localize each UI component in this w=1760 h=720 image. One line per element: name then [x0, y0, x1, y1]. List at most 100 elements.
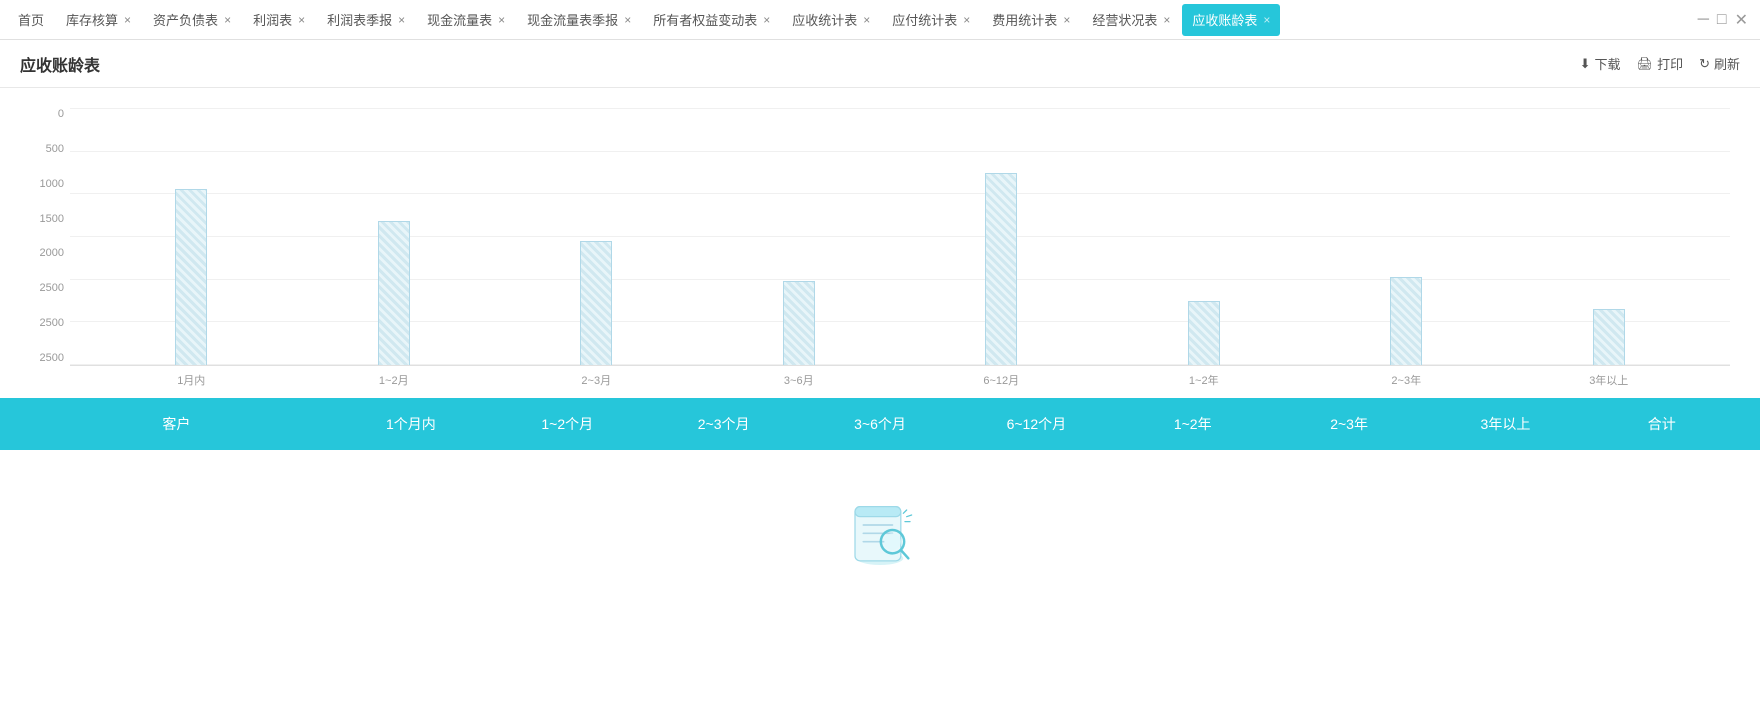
x-axis-label: 1~2月: [364, 372, 424, 388]
close-button[interactable]: ✕: [1735, 10, 1748, 30]
tab-bar: 首页 库存核算 × 资产负债表 × 利润表 × 利润表季报 × 现金流量表 × …: [0, 0, 1760, 40]
print-button[interactable]: 🖨 打印: [1637, 54, 1684, 73]
bar: [1593, 309, 1625, 365]
tab-ar-stats[interactable]: 应收统计表 ×: [782, 4, 880, 36]
bar-group: [985, 173, 1017, 365]
table-column-header: 2~3年: [1271, 398, 1427, 450]
tab-ap-stats[interactable]: 应付统计表 ×: [882, 4, 980, 36]
tab-cashflow-quarterly-label: 现金流量表季报: [527, 10, 618, 29]
empty-state: [0, 450, 1760, 610]
table-column-header: 客户: [20, 398, 333, 450]
table-column-header: 合计: [1584, 398, 1740, 450]
bar-group: [783, 281, 815, 365]
x-axis-label: 3~6月: [769, 372, 829, 388]
refresh-label: 刷新: [1714, 54, 1740, 73]
bar-group: [580, 241, 612, 365]
bar: [985, 173, 1017, 365]
y-axis: 2500 2500 2500 2000 1500 1000 500 0: [30, 108, 70, 388]
bar: [378, 221, 410, 365]
x-axis-label: 2~3月: [566, 372, 626, 388]
print-label: 打印: [1657, 54, 1683, 73]
close-icon[interactable]: ×: [1263, 14, 1270, 26]
minimize-button[interactable]: ─: [1698, 11, 1709, 29]
tab-operation[interactable]: 经营状况表 ×: [1082, 4, 1180, 36]
table-column-header: 3~6个月: [802, 398, 958, 450]
bar: [1390, 277, 1422, 365]
tab-equity-label: 所有者权益变动表: [653, 10, 757, 29]
tab-balance-sheet-label: 资产负债表: [153, 10, 218, 29]
x-axis-label: 1~2年: [1174, 372, 1234, 388]
page-title: 应收账龄表: [20, 52, 100, 76]
bar-group: [175, 189, 207, 365]
main-content: 2500 2500 2500 2000 1500 1000 500 0: [0, 88, 1760, 720]
bar: [580, 241, 612, 365]
chart-area: 2500 2500 2500 2000 1500 1000 500 0: [0, 88, 1760, 398]
tab-expense-stats[interactable]: 费用统计表 ×: [982, 4, 1080, 36]
download-label: 下载: [1595, 54, 1621, 73]
y-label-0: 2500: [30, 352, 70, 364]
tab-balance-sheet[interactable]: 资产负债表 ×: [143, 4, 241, 36]
tab-profit-quarterly[interactable]: 利润表季报 ×: [317, 4, 415, 36]
bar: [1188, 301, 1220, 365]
chart-inner: 1月内1~2月2~3月3~6月6~12月1~2年2~3年3年以上: [70, 108, 1730, 388]
bar-group: [1188, 301, 1220, 365]
table-column-header: 1个月内: [333, 398, 489, 450]
tab-cashflow-label: 现金流量表: [427, 10, 492, 29]
tab-profit-quarterly-label: 利润表季报: [327, 10, 392, 29]
y-label-5: 1000: [30, 178, 70, 190]
tab-ap-stats-label: 应付统计表: [892, 10, 957, 29]
x-axis-labels: 1月内1~2月2~3月3~6月6~12月1~2年2~3年3年以上: [70, 366, 1730, 388]
close-icon[interactable]: ×: [863, 14, 870, 26]
empty-icon: [830, 490, 930, 570]
table-column-header: 3年以上: [1427, 398, 1583, 450]
close-icon[interactable]: ×: [298, 14, 305, 26]
window-actions: ─ □ ✕: [1698, 10, 1752, 30]
tab-ar-stats-label: 应收统计表: [792, 10, 857, 29]
download-icon: ⬇: [1580, 56, 1591, 72]
table-column-header: 6~12个月: [958, 398, 1114, 450]
chart-plot: [70, 108, 1730, 366]
bar-group: [1593, 309, 1625, 365]
close-icon[interactable]: ×: [124, 14, 131, 26]
tab-inventory[interactable]: 库存核算 ×: [56, 4, 141, 36]
bars-row: [70, 108, 1730, 365]
table-header: 客户1个月内1~2个月2~3个月3~6个月6~12个月1~2年2~3年3年以上合…: [0, 398, 1760, 450]
tab-profit[interactable]: 利润表 ×: [243, 4, 315, 36]
tab-inventory-label: 库存核算: [66, 10, 118, 29]
tab-ar-aging-label: 应收账龄表: [1192, 10, 1257, 29]
y-label-7: 0: [30, 108, 70, 120]
tab-ar-aging[interactable]: 应收账龄表 ×: [1182, 4, 1280, 36]
tab-operation-label: 经营状况表: [1092, 10, 1157, 29]
refresh-button[interactable]: ↻ 刷新: [1699, 54, 1740, 73]
bar: [783, 281, 815, 365]
refresh-icon: ↻: [1699, 56, 1710, 72]
close-icon[interactable]: ×: [398, 14, 405, 26]
bar-group: [1390, 277, 1422, 365]
tab-profit-label: 利润表: [253, 10, 292, 29]
download-button[interactable]: ⬇ 下载: [1580, 54, 1621, 73]
table-column-header: 2~3个月: [645, 398, 801, 450]
page-actions: ⬇ 下载 🖨 打印 ↻ 刷新: [1580, 54, 1740, 73]
x-axis-label: 2~3年: [1376, 372, 1436, 388]
x-axis-label: 3年以上: [1579, 372, 1639, 388]
bar: [175, 189, 207, 365]
y-label-1: 2500: [30, 317, 70, 329]
x-axis-label: 1月内: [161, 372, 221, 388]
bar-group: [378, 221, 410, 365]
chart-container: 2500 2500 2500 2000 1500 1000 500 0: [30, 108, 1730, 388]
close-icon[interactable]: ×: [1163, 14, 1170, 26]
tab-home[interactable]: 首页: [8, 4, 54, 36]
tab-cashflow[interactable]: 现金流量表 ×: [417, 4, 515, 36]
table-column-header: 1~2年: [1115, 398, 1271, 450]
y-label-6: 500: [30, 143, 70, 155]
page-header: 应收账龄表 ⬇ 下载 🖨 打印 ↻ 刷新: [0, 40, 1760, 88]
close-icon[interactable]: ×: [624, 14, 631, 26]
close-icon[interactable]: ×: [224, 14, 231, 26]
close-icon[interactable]: ×: [763, 14, 770, 26]
maximize-button[interactable]: □: [1717, 11, 1727, 29]
tab-cashflow-quarterly[interactable]: 现金流量表季报 ×: [517, 4, 641, 36]
tab-equity[interactable]: 所有者权益变动表 ×: [643, 4, 780, 36]
close-icon[interactable]: ×: [963, 14, 970, 26]
close-icon[interactable]: ×: [1063, 14, 1070, 26]
close-icon[interactable]: ×: [498, 14, 505, 26]
